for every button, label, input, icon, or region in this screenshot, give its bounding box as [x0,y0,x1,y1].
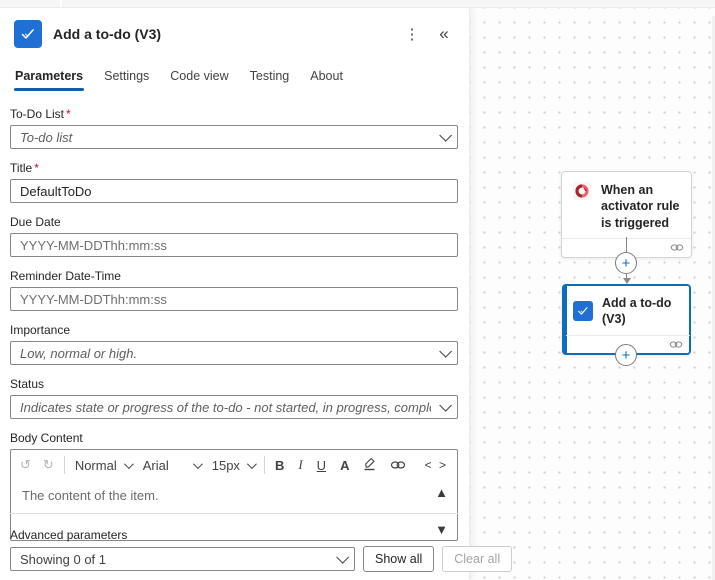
chrome-divider [60,0,62,7]
due-date-input[interactable] [10,233,458,257]
panel-header: Add a to-do (V3) ⋮ « [10,8,458,48]
advanced-parameters-label: Advanced parameters [10,528,128,542]
body-content-label: Body Content [10,431,83,445]
field-importance: Importance Low, normal or high. [10,323,458,365]
advanced-parameters-dropdown[interactable]: Showing 0 of 1 [10,547,355,571]
field-due-date: Due Date [10,215,458,257]
redo-icon[interactable]: ↻ [43,457,54,473]
importance-placeholder: Low, normal or high. [20,345,138,361]
tab-testing[interactable]: Testing [249,65,291,91]
parameters-form: To-Do List* To-do list Title* Due Date R… [10,107,458,541]
field-status: Status Indicates state or progress of th… [10,377,458,419]
tab-code-view[interactable]: Code view [169,65,229,91]
todo-list-placeholder: To-do list [20,129,73,145]
page-title: Add a to-do (V3) [53,26,162,42]
action-parameters-panel: Add a to-do (V3) ⋮ « Parameters Settings… [0,8,513,580]
connector-line [626,237,627,252]
reminder-input[interactable] [10,287,458,311]
field-title: Title * [10,161,458,203]
chevron-down-icon [123,458,134,469]
underline-icon[interactable]: U [317,458,326,473]
title-input[interactable] [10,179,458,203]
required-marker: * [34,161,39,175]
todo-connector-icon [573,300,593,321]
font-family-dropdown[interactable]: Arial [142,457,203,473]
chevron-down-icon [439,128,452,142]
chevron-down-icon [439,344,452,358]
tab-about[interactable]: About [309,65,344,91]
panel-tabs: Parameters Settings Code view Testing Ab… [10,65,458,91]
due-date-label: Due Date [10,215,61,229]
clear-all-button[interactable]: Clear all [442,546,513,572]
paragraph-style-dropdown[interactable]: Normal [74,457,134,473]
status-label: Status [10,377,45,391]
required-marker: * [66,107,71,121]
font-size-value: 15px [211,457,240,473]
double-check-icon [21,28,35,39]
move-up-icon[interactable]: ▲ [435,486,448,499]
status-placeholder: Indicates state or progress of the to-do… [20,399,431,415]
editor-toolbar: ↺ ↻ Normal Arial 15px B I U A < > [11,450,457,480]
field-reminder: Reminder Date-Time [10,269,458,311]
todo-connector-icon [14,20,42,48]
more-options-icon[interactable]: ⋮ [400,22,424,46]
field-todo-list: To-Do List * To-do list [10,107,458,149]
browser-chrome-edge [0,0,715,8]
action-node-title: Add a to-do (V3) [602,296,672,327]
todo-list-label: To-Do List [10,107,65,121]
advanced-summary: Showing 0 of 1 [20,551,107,567]
chevron-down-icon [439,398,452,412]
chevron-down-icon [246,458,257,469]
tab-parameters[interactable]: Parameters [14,65,85,91]
chevron-down-icon [192,458,203,469]
collapse-panel-icon[interactable]: « [432,22,456,46]
undo-icon[interactable]: ↺ [20,457,31,473]
trigger-node-title: When an activator rule is triggered [601,183,680,230]
toolbar-divider [263,456,265,474]
link-icon[interactable] [669,340,683,349]
link-icon[interactable] [670,243,684,252]
link-icon[interactable] [390,458,406,473]
insert-action-button[interactable]: + [615,344,637,366]
reminder-label: Reminder Date-Time [10,269,121,283]
status-dropdown[interactable]: Indicates state or progress of the to-do… [10,395,458,419]
tab-settings[interactable]: Settings [103,65,150,91]
advanced-parameters-section: Advanced parameters Showing 0 of 1 Show … [10,513,513,572]
title-label: Title [10,161,33,175]
importance-label: Importance [10,323,71,337]
body-content-placeholder: The content of the item. [22,488,159,503]
importance-dropdown[interactable]: Low, normal or high. [10,341,458,365]
highlight-icon[interactable] [363,457,376,474]
activator-trigger-icon [572,181,592,201]
font-color-icon[interactable]: A [340,458,349,473]
show-all-button[interactable]: Show all [363,546,435,572]
insert-action-button[interactable]: + [615,252,637,274]
font-size-dropdown[interactable]: 15px [211,457,257,473]
toolbar-divider [63,456,65,474]
chevron-down-icon [336,550,349,564]
code-view-icon[interactable]: < > [425,458,448,472]
paragraph-style-value: Normal [74,457,117,473]
font-family-value: Arial [142,457,169,473]
italic-icon[interactable]: I [298,457,302,473]
flow-canvas[interactable]: When an activator rule is triggered + Ad… [470,8,715,580]
bold-icon[interactable]: B [275,458,284,473]
todo-list-dropdown[interactable]: To-do list [10,125,458,149]
